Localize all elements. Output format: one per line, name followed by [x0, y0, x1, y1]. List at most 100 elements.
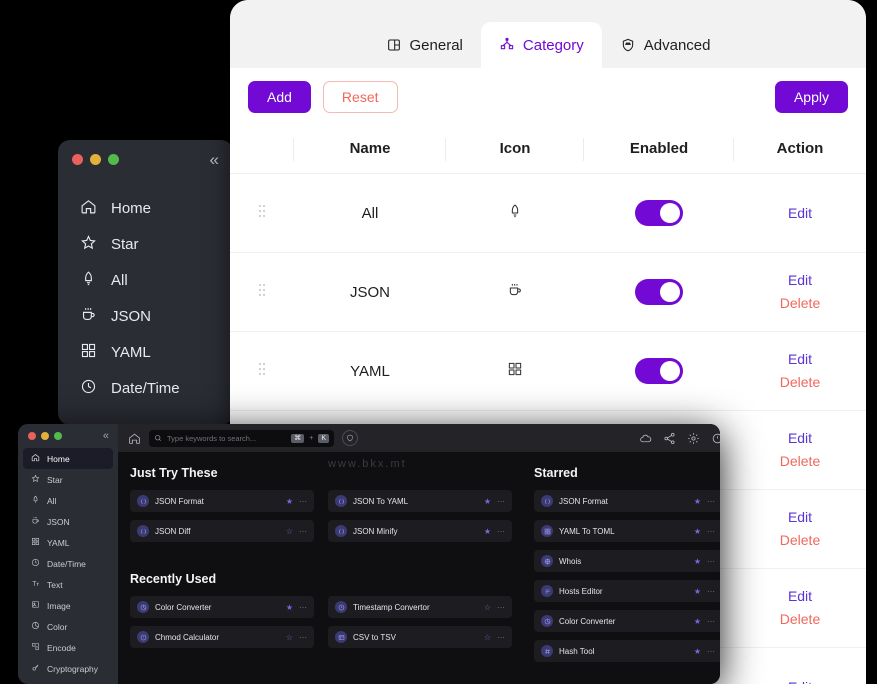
star-icon[interactable]: ★ [694, 617, 701, 626]
tool-card[interactable]: JSON Format ★ ⋯ [534, 490, 720, 512]
sidebar-item-home[interactable]: Home [58, 190, 233, 226]
app-sidebar-item-date-time[interactable]: Date/Time [23, 553, 113, 574]
tool-card[interactable]: JSON Minify ★ ⋯ [328, 520, 512, 542]
more-options-icon[interactable]: ⋯ [707, 647, 715, 656]
star-icon[interactable]: ★ [694, 647, 701, 656]
edit-link[interactable]: Edit [734, 348, 866, 371]
tool-card[interactable]: JSON Format ★ ⋯ [130, 490, 314, 512]
enabled-toggle[interactable] [635, 200, 683, 226]
tool-card[interactable]: Timestamp Convertor ☆ ⋯ [328, 596, 512, 618]
enabled-toggle[interactable] [635, 279, 683, 305]
sidebar-item-json[interactable]: JSON [58, 298, 233, 334]
edit-link[interactable]: Edit [734, 585, 866, 608]
delete-link[interactable]: Delete [734, 608, 866, 631]
shield-icon[interactable] [342, 430, 358, 446]
drag-handle-icon[interactable] [257, 204, 267, 219]
more-options-icon[interactable]: ⋯ [707, 527, 715, 536]
edit-link[interactable]: Edit [734, 506, 866, 529]
app-maximize-button[interactable] [54, 432, 62, 440]
tool-card[interactable]: CSV to TSV ☆ ⋯ [328, 626, 512, 648]
minimize-button[interactable] [90, 153, 101, 165]
search-input[interactable]: Type keywords to search... ⌘ + K [149, 429, 334, 447]
tool-card[interactable]: JSON To YAML ★ ⋯ [328, 490, 512, 512]
edit-link[interactable]: Edit [734, 202, 866, 225]
more-options-icon[interactable]: ⋯ [707, 617, 715, 626]
edit-link[interactable]: Edit [734, 676, 866, 684]
more-options-icon[interactable]: ⋯ [707, 557, 715, 566]
apply-button[interactable]: Apply [774, 81, 848, 113]
home-icon[interactable] [128, 432, 141, 445]
star-icon[interactable]: ★ [694, 527, 701, 536]
cell-enabled [584, 173, 734, 253]
reset-button[interactable]: Reset [322, 81, 398, 113]
star-icon[interactable]: ★ [484, 527, 491, 536]
close-button[interactable] [72, 153, 83, 165]
more-options-icon[interactable]: ⋯ [707, 497, 715, 506]
tool-card[interactable]: Color Converter ★ ⋯ [130, 596, 314, 618]
more-options-icon[interactable]: ⋯ [707, 587, 715, 596]
star-icon[interactable]: ★ [694, 557, 701, 566]
pin-icon[interactable] [711, 432, 720, 445]
cloud-sync-icon[interactable] [639, 432, 652, 445]
tool-card[interactable]: Hosts Editor ★ ⋯ [534, 580, 720, 602]
app-close-button[interactable] [28, 432, 36, 440]
more-options-icon[interactable]: ⋯ [299, 633, 307, 642]
star-icon[interactable]: ★ [694, 497, 701, 506]
enabled-toggle[interactable] [635, 358, 683, 384]
sidebar-item-yaml[interactable]: YAML [58, 334, 233, 370]
tool-card[interactable]: Color Converter ★ ⋯ [534, 610, 720, 632]
app-sidebar-item-encode[interactable]: Encode [23, 637, 113, 658]
tab-category[interactable]: Category [480, 22, 602, 68]
collapse-sidebar-icon[interactable]: « [210, 151, 219, 168]
tool-card[interactable]: Hash Tool ★ ⋯ [534, 640, 720, 662]
more-options-icon[interactable]: ⋯ [497, 497, 505, 506]
edit-link[interactable]: Edit [734, 269, 866, 292]
share-icon[interactable] [663, 432, 676, 445]
more-options-icon[interactable]: ⋯ [299, 497, 307, 506]
star-icon[interactable]: ☆ [484, 603, 491, 612]
app-sidebar-item-yaml[interactable]: YAML [23, 532, 113, 553]
app-minimize-button[interactable] [41, 432, 49, 440]
more-options-icon[interactable]: ⋯ [497, 633, 505, 642]
star-icon[interactable]: ☆ [484, 633, 491, 642]
tab-general[interactable]: General [368, 22, 481, 68]
app-sidebar-item-image[interactable]: Image [23, 595, 113, 616]
app-sidebar-item-star[interactable]: Star [23, 469, 113, 490]
app-sidebar-item-color[interactable]: Color [23, 616, 113, 637]
sidebar-item-star[interactable]: Star [58, 226, 233, 262]
star-icon[interactable]: ★ [484, 497, 491, 506]
drag-handle-icon[interactable] [257, 362, 267, 377]
more-options-icon[interactable]: ⋯ [299, 603, 307, 612]
tool-card-label: CSV to TSV [353, 632, 396, 642]
tool-card[interactable]: JSON Diff ☆ ⋯ [130, 520, 314, 542]
app-sidebar-item-home[interactable]: Home [23, 448, 113, 469]
star-icon[interactable]: ☆ [286, 633, 293, 642]
star-icon[interactable]: ☆ [286, 527, 293, 536]
add-button[interactable]: Add [248, 81, 311, 113]
sidebar-item-all[interactable]: All [58, 262, 233, 298]
gear-icon[interactable] [687, 432, 700, 445]
star-icon[interactable]: ★ [286, 603, 293, 612]
tool-card[interactable]: Whois ★ ⋯ [534, 550, 720, 572]
drag-handle-icon[interactable] [257, 283, 267, 298]
sidebar-item-date-time[interactable]: Date/Time [58, 370, 233, 406]
app-sidebar-item-cryptography[interactable]: Cryptography [23, 658, 113, 679]
star-icon[interactable]: ★ [286, 497, 293, 506]
app-collapse-icon[interactable]: « [103, 430, 109, 442]
edit-link[interactable]: Edit [734, 427, 866, 450]
more-options-icon[interactable]: ⋯ [497, 603, 505, 612]
delete-link[interactable]: Delete [734, 371, 866, 394]
tool-card[interactable]: Chmod Calculator ☆ ⋯ [130, 626, 314, 648]
more-options-icon[interactable]: ⋯ [299, 527, 307, 536]
tool-card[interactable]: YAML To TOML ★ ⋯ [534, 520, 720, 542]
more-options-icon[interactable]: ⋯ [497, 527, 505, 536]
delete-link[interactable]: Delete [734, 450, 866, 473]
maximize-button[interactable] [108, 153, 119, 165]
app-sidebar-item-all[interactable]: All [23, 490, 113, 511]
app-sidebar-item-text[interactable]: Text [23, 574, 113, 595]
star-icon[interactable]: ★ [694, 587, 701, 596]
delete-link[interactable]: Delete [734, 292, 866, 315]
tab-advanced[interactable]: Advanced [602, 22, 729, 68]
app-sidebar-item-json[interactable]: JSON [23, 511, 113, 532]
delete-link[interactable]: Delete [734, 529, 866, 552]
